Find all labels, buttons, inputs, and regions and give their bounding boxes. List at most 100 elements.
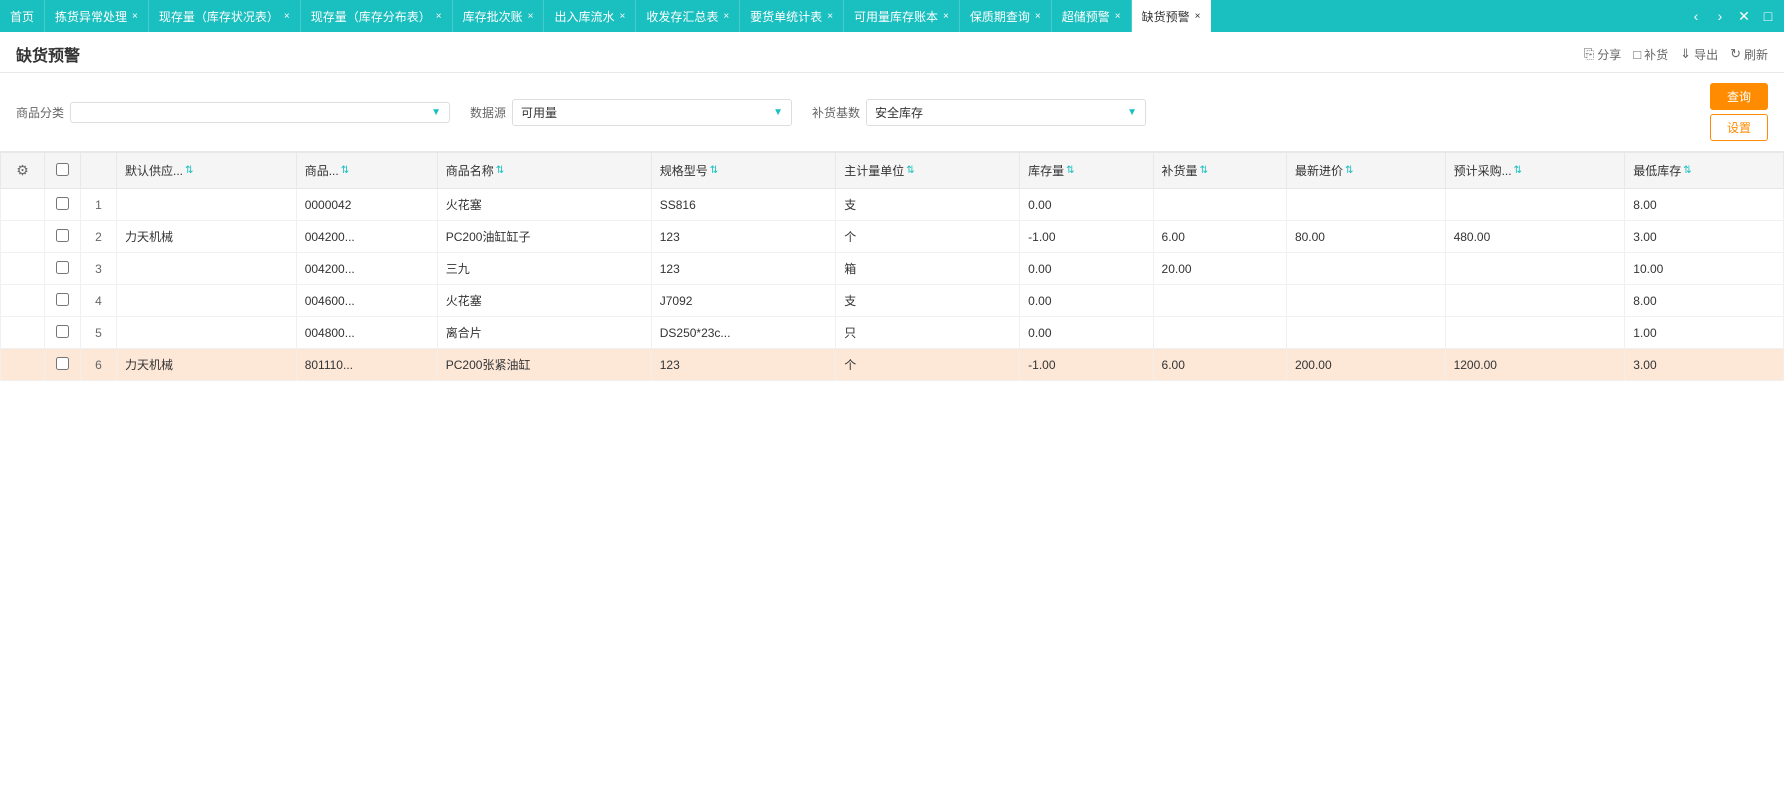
- col-header-product-code[interactable]: 商品... ⇅: [296, 153, 437, 189]
- col-header-supplier[interactable]: 默认供应... ⇅: [117, 153, 297, 189]
- row-replenish-cell: [1153, 285, 1286, 317]
- col-header-min-stock[interactable]: 最低库存 ⇅: [1625, 153, 1784, 189]
- replenish-button[interactable]: □ 补货: [1633, 46, 1668, 63]
- filter-datasource-group: 数据源 可用量 ▼: [470, 99, 792, 126]
- row-product-name-cell: 离合片: [437, 317, 651, 349]
- settings-button[interactable]: 设置: [1710, 114, 1768, 141]
- row-stock-cell: -1.00: [1020, 221, 1153, 253]
- tab-home[interactable]: 首页: [0, 0, 45, 32]
- col-header-replenish[interactable]: 补货量 ⇅: [1153, 153, 1286, 189]
- row-spec-cell: 123: [651, 349, 836, 381]
- share-button[interactable]: ⎘ 分享: [1584, 46, 1621, 63]
- filter-datasource-select[interactable]: 可用量 ▼: [512, 99, 792, 126]
- export-button[interactable]: ⇓ 导出: [1680, 46, 1718, 63]
- sort-spec-icon: ⇅: [710, 165, 718, 176]
- row-latest-price-cell: [1286, 317, 1445, 349]
- row-product-name-cell: 火花塞: [437, 189, 651, 221]
- row-min-stock-cell: 10.00: [1625, 253, 1784, 285]
- col-header-stock[interactable]: 库存量 ⇅: [1020, 153, 1153, 189]
- col-header-est-purchase[interactable]: 预计采购... ⇅: [1445, 153, 1625, 189]
- col-header-settings[interactable]: ⚙: [1, 153, 45, 189]
- category-dropdown-icon: ▼: [431, 107, 441, 118]
- table-row: 5 004800... 离合片 DS250*23c... 只 0.00 1.00: [1, 317, 1784, 349]
- row-supplier-cell: 力天机械: [117, 349, 297, 381]
- tab-inventory-status[interactable]: 现存量（库存状况表） ×: [149, 0, 301, 32]
- tab-expiry-query[interactable]: 保质期查询 ×: [960, 0, 1052, 32]
- col-header-product-name[interactable]: 商品名称 ⇅: [437, 153, 651, 189]
- tab-shortage[interactable]: 缺货预警 ×: [1132, 0, 1212, 32]
- row-checkbox-cell[interactable]: [45, 253, 81, 285]
- tab-close-all-button[interactable]: ✕: [1732, 4, 1756, 28]
- col-header-checkbox[interactable]: [45, 153, 81, 189]
- row-est-purchase-cell: [1445, 189, 1625, 221]
- row-settings-cell: [1, 349, 45, 381]
- row-checkbox-cell[interactable]: [45, 349, 81, 381]
- tab-close-abnormal[interactable]: ×: [132, 11, 138, 22]
- data-table: ⚙ 默认供应... ⇅ 商品...: [0, 152, 1784, 381]
- row-checkbox-1[interactable]: [56, 229, 69, 242]
- page-header: 缺货预警 ⎘ 分享 □ 补货 ⇓ 导出 ↻ 刷新: [0, 32, 1784, 73]
- column-settings-icon[interactable]: ⚙: [16, 162, 29, 178]
- tab-close-shortage[interactable]: ×: [1195, 11, 1201, 22]
- tab-prev-button[interactable]: ‹: [1684, 4, 1708, 28]
- tab-close-order-stats[interactable]: ×: [827, 11, 833, 22]
- tab-close-inventory-dist[interactable]: ×: [436, 11, 442, 22]
- tab-close-overstock[interactable]: ×: [1115, 11, 1121, 22]
- row-num-cell: 6: [81, 349, 117, 381]
- row-supplier-cell: 力天机械: [117, 221, 297, 253]
- sort-supplier-icon: ⇅: [185, 165, 193, 176]
- row-checkbox-cell[interactable]: [45, 221, 81, 253]
- tab-close-inout-flow[interactable]: ×: [619, 11, 625, 22]
- tab-overstock[interactable]: 超储预警 ×: [1052, 0, 1132, 32]
- filter-replenish-base-select[interactable]: 安全库存 ▼: [866, 99, 1146, 126]
- tab-maximize-button[interactable]: □: [1756, 4, 1780, 28]
- filter-datasource-label: 数据源: [470, 104, 506, 121]
- main-content: 缺货预警 ⎘ 分享 □ 补货 ⇓ 导出 ↻ 刷新 商品分类: [0, 32, 1784, 796]
- sort-est-purchase-icon: ⇅: [1514, 165, 1522, 176]
- query-button[interactable]: 查询: [1710, 83, 1768, 110]
- tab-close-expiry-query[interactable]: ×: [1035, 11, 1041, 22]
- row-product-code-cell: 801110...: [296, 349, 437, 381]
- table-row: 6 力天机械 801110... PC200张紧油缸 123 个 -1.00 6…: [1, 349, 1784, 381]
- filter-category-select[interactable]: ▼: [70, 102, 450, 123]
- tab-abnormal[interactable]: 拣货异常处理 ×: [45, 0, 149, 32]
- sort-product-name-icon: ⇅: [496, 165, 504, 176]
- row-est-purchase-cell: [1445, 253, 1625, 285]
- row-checkbox-2[interactable]: [56, 261, 69, 274]
- row-checkbox-5[interactable]: [56, 357, 69, 370]
- tab-close-batch-account[interactable]: ×: [528, 11, 534, 22]
- row-checkbox-0[interactable]: [56, 197, 69, 210]
- row-unit-cell: 只: [836, 317, 1020, 349]
- row-checkbox-cell[interactable]: [45, 189, 81, 221]
- row-num-cell: 5: [81, 317, 117, 349]
- table-container: ⚙ 默认供应... ⇅ 商品...: [0, 152, 1784, 381]
- row-latest-price-cell: 200.00: [1286, 349, 1445, 381]
- col-header-unit[interactable]: 主计量单位 ⇅: [836, 153, 1020, 189]
- tab-available-ledger[interactable]: 可用量库存账本 ×: [844, 0, 960, 32]
- row-min-stock-cell: 3.00: [1625, 349, 1784, 381]
- tab-close-inventory-status[interactable]: ×: [284, 11, 290, 22]
- tab-collect-summary[interactable]: 收发存汇总表 ×: [636, 0, 740, 32]
- replenish-icon: □: [1633, 47, 1641, 62]
- row-checkbox-4[interactable]: [56, 325, 69, 338]
- tab-inventory-dist[interactable]: 现存量（库存分布表） ×: [301, 0, 453, 32]
- tab-next-button[interactable]: ›: [1708, 4, 1732, 28]
- tab-inout-flow[interactable]: 出入库流水 ×: [544, 0, 636, 32]
- tab-batch-account[interactable]: 库存批次账 ×: [453, 0, 545, 32]
- row-checkbox-cell[interactable]: [45, 317, 81, 349]
- row-est-purchase-cell: [1445, 285, 1625, 317]
- row-checkbox-cell[interactable]: [45, 285, 81, 317]
- datasource-dropdown-icon: ▼: [773, 107, 783, 118]
- row-num-cell: 1: [81, 189, 117, 221]
- row-product-code-cell: 004200...: [296, 221, 437, 253]
- col-header-latest-price[interactable]: 最新进价 ⇅: [1286, 153, 1445, 189]
- row-checkbox-3[interactable]: [56, 293, 69, 306]
- col-header-spec[interactable]: 规格型号 ⇅: [651, 153, 836, 189]
- row-spec-cell: SS816: [651, 189, 836, 221]
- tab-close-available-ledger[interactable]: ×: [943, 11, 949, 22]
- filter-category-label: 商品分类: [16, 104, 64, 121]
- select-all-checkbox[interactable]: [56, 163, 69, 176]
- refresh-button[interactable]: ↻ 刷新: [1730, 46, 1768, 63]
- tab-close-collect-summary[interactable]: ×: [723, 11, 729, 22]
- tab-order-stats[interactable]: 要货单统计表 ×: [740, 0, 844, 32]
